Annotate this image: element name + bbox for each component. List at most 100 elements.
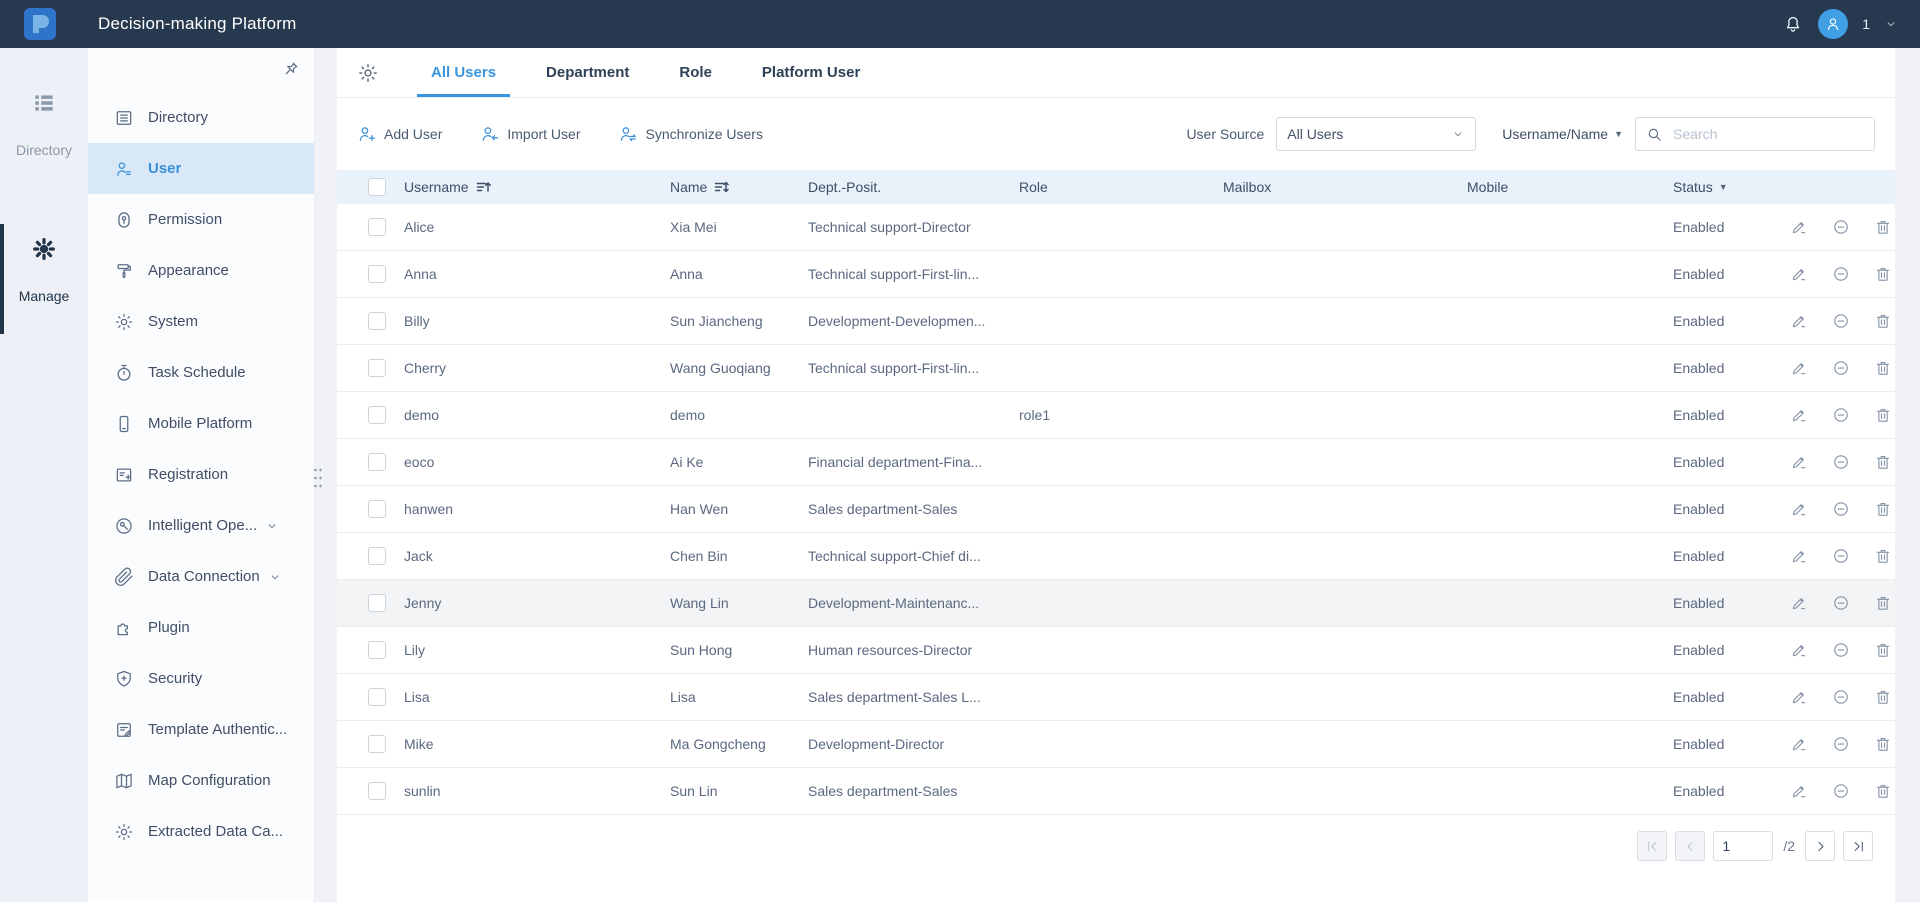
status-filter-icon[interactable]: ▼ xyxy=(1719,182,1728,192)
disable-icon[interactable] xyxy=(1832,782,1850,800)
row-checkbox[interactable] xyxy=(368,500,386,518)
delete-icon[interactable] xyxy=(1874,218,1892,236)
synchronize-users-button[interactable]: Synchronize Users xyxy=(618,124,763,144)
delete-icon[interactable] xyxy=(1874,547,1892,565)
search-input[interactable] xyxy=(1671,125,1864,143)
edit-icon[interactable] xyxy=(1790,735,1808,753)
disable-icon[interactable] xyxy=(1832,218,1850,236)
sidebar-item-appearance[interactable]: Appearance xyxy=(88,245,314,296)
rail-item-manage[interactable]: Manage xyxy=(0,224,88,334)
delete-icon[interactable] xyxy=(1874,312,1892,330)
table-row[interactable]: sunlin Sun Lin Sales department-Sales En… xyxy=(337,768,1895,815)
disable-icon[interactable] xyxy=(1832,594,1850,612)
select-all-checkbox[interactable] xyxy=(368,178,386,196)
edit-icon[interactable] xyxy=(1790,312,1808,330)
last-page-button[interactable] xyxy=(1843,831,1873,861)
edit-icon[interactable] xyxy=(1790,218,1808,236)
sidebar-item-extracted-data-ca[interactable]: Extracted Data Ca... xyxy=(88,806,314,857)
edit-icon[interactable] xyxy=(1790,453,1808,471)
delete-icon[interactable] xyxy=(1874,359,1892,377)
column-header-name[interactable]: Name xyxy=(665,179,803,195)
sidebar-item-permission[interactable]: Permission xyxy=(88,194,314,245)
sidebar-item-mobile-platform[interactable]: Mobile Platform xyxy=(88,398,314,449)
sidebar-item-registration[interactable]: Registration xyxy=(88,449,314,500)
disable-icon[interactable] xyxy=(1832,641,1850,659)
edit-icon[interactable] xyxy=(1790,547,1808,565)
row-checkbox[interactable] xyxy=(368,735,386,753)
row-checkbox[interactable] xyxy=(368,594,386,612)
disable-icon[interactable] xyxy=(1832,688,1850,706)
rail-item-directory[interactable]: Directory xyxy=(0,78,88,188)
sidebar-item-data-connection[interactable]: Data Connection xyxy=(88,551,314,602)
sidebar-item-intelligent-ope[interactable]: Intelligent Ope... xyxy=(88,500,314,551)
search-field-selector[interactable]: Username/Name ▼ xyxy=(1502,126,1623,142)
edit-icon[interactable] xyxy=(1790,359,1808,377)
sort-asc-icon[interactable] xyxy=(475,179,491,195)
row-checkbox[interactable] xyxy=(368,547,386,565)
sidebar-item-system[interactable]: System xyxy=(88,296,314,347)
column-header-status[interactable]: Status ▼ xyxy=(1668,179,1775,195)
edit-icon[interactable] xyxy=(1790,641,1808,659)
sidebar-resize-handle[interactable] xyxy=(313,466,322,490)
user-menu-chevron-icon[interactable] xyxy=(1884,17,1898,31)
delete-icon[interactable] xyxy=(1874,500,1892,518)
row-checkbox[interactable] xyxy=(368,265,386,283)
prev-page-button[interactable] xyxy=(1675,831,1706,861)
disable-icon[interactable] xyxy=(1832,453,1850,471)
delete-icon[interactable] xyxy=(1874,782,1892,800)
sidebar-item-template-authentic[interactable]: Template Authentic... xyxy=(88,704,314,755)
first-page-button[interactable] xyxy=(1637,831,1668,861)
table-row[interactable]: Cherry Wang Guoqiang Technical support-F… xyxy=(337,345,1895,392)
import-user-button[interactable]: Import User xyxy=(480,124,580,144)
user-source-select[interactable]: All Users xyxy=(1276,117,1477,151)
row-checkbox[interactable] xyxy=(368,312,386,330)
edit-icon[interactable] xyxy=(1790,265,1808,283)
edit-icon[interactable] xyxy=(1790,406,1808,424)
delete-icon[interactable] xyxy=(1874,641,1892,659)
delete-icon[interactable] xyxy=(1874,453,1892,471)
disable-icon[interactable] xyxy=(1832,547,1850,565)
delete-icon[interactable] xyxy=(1874,594,1892,612)
delete-icon[interactable] xyxy=(1874,406,1892,424)
add-user-button[interactable]: Add User xyxy=(357,124,442,144)
disable-icon[interactable] xyxy=(1832,406,1850,424)
row-checkbox[interactable] xyxy=(368,406,386,424)
edit-icon[interactable] xyxy=(1790,688,1808,706)
edit-icon[interactable] xyxy=(1790,500,1808,518)
sidebar-item-plugin[interactable]: Plugin xyxy=(88,602,314,653)
page-number-input[interactable] xyxy=(1713,831,1774,861)
sidebar-item-map-configuration[interactable]: Map Configuration xyxy=(88,755,314,806)
table-row[interactable]: Alice Xia Mei Technical support-Director… xyxy=(337,204,1895,251)
user-avatar[interactable] xyxy=(1818,9,1849,39)
table-row[interactable]: hanwen Han Wen Sales department-Sales En… xyxy=(337,486,1895,533)
row-checkbox[interactable] xyxy=(368,782,386,800)
disable-icon[interactable] xyxy=(1832,359,1850,377)
settings-gear-icon[interactable] xyxy=(357,62,379,84)
sidebar-item-user[interactable]: User xyxy=(88,143,314,194)
delete-icon[interactable] xyxy=(1874,735,1892,753)
table-row[interactable]: Mike Ma Gongcheng Development-Director E… xyxy=(337,721,1895,768)
row-checkbox[interactable] xyxy=(368,688,386,706)
delete-icon[interactable] xyxy=(1874,265,1892,283)
pin-icon[interactable] xyxy=(280,60,300,80)
row-checkbox[interactable] xyxy=(368,453,386,471)
notification-bell-icon[interactable] xyxy=(1782,13,1804,35)
sort-icon[interactable] xyxy=(713,179,729,195)
table-row[interactable]: Billy Sun Jiancheng Development-Developm… xyxy=(337,298,1895,345)
table-row[interactable]: Lily Sun Hong Human resources-Director E… xyxy=(337,627,1895,674)
sidebar-item-task-schedule[interactable]: Task Schedule xyxy=(88,347,314,398)
row-checkbox[interactable] xyxy=(368,359,386,377)
disable-icon[interactable] xyxy=(1832,312,1850,330)
tab-all-users[interactable]: All Users xyxy=(416,48,511,97)
table-row[interactable]: Anna Anna Technical support-First-lin...… xyxy=(337,251,1895,298)
edit-icon[interactable] xyxy=(1790,782,1808,800)
disable-icon[interactable] xyxy=(1832,265,1850,283)
next-page-button[interactable] xyxy=(1805,831,1835,861)
row-checkbox[interactable] xyxy=(368,641,386,659)
sidebar-item-directory[interactable]: Directory xyxy=(88,92,314,143)
tab-role[interactable]: Role xyxy=(675,48,716,97)
disable-icon[interactable] xyxy=(1832,500,1850,518)
column-header-username[interactable]: Username xyxy=(399,179,665,195)
disable-icon[interactable] xyxy=(1832,735,1850,753)
table-row[interactable]: Jack Chen Bin Technical support-Chief di… xyxy=(337,533,1895,580)
